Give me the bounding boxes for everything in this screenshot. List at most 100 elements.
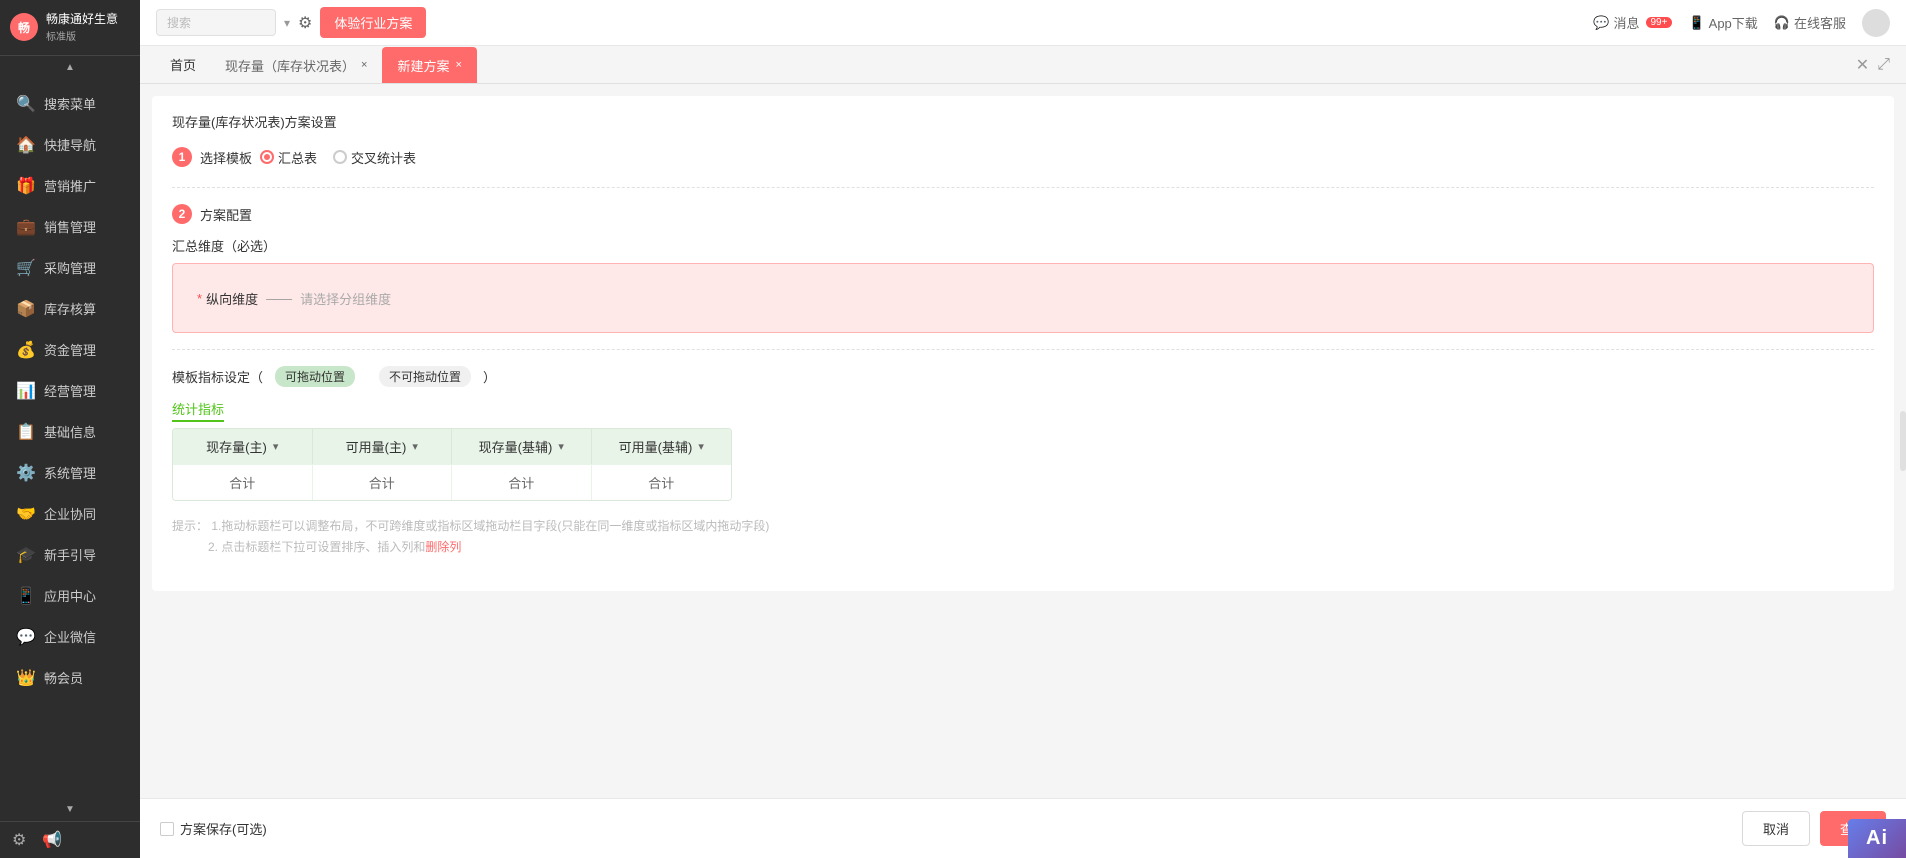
- sidebar-item-purchase[interactable]: 🛒 采购管理: [4, 248, 136, 288]
- tips-area: 提示： 1.拖动标题栏可以调整布局，不可跨维度或指标区域拖动栏目字段(只能在同一…: [172, 517, 1874, 555]
- logo-badge: 标准版: [46, 28, 118, 43]
- messages-badge: 99+: [1646, 17, 1673, 28]
- sidebar-item-label: 基础信息: [44, 422, 96, 441]
- tab-inventory-close-icon[interactable]: ×: [361, 59, 367, 71]
- sales-icon: 💼: [16, 217, 36, 237]
- stats-table: 现存量(主) ▾ 可用量(主) ▾ 现存量(基辅) ▾: [172, 428, 732, 501]
- tab-inventory-status[interactable]: 现存量（库存状况表） ×: [210, 47, 382, 83]
- stats-col-4-header[interactable]: 可用量(基辅) ▾: [592, 429, 732, 464]
- stats-row-1-col-3: 合计: [452, 464, 592, 500]
- sidebar-item-enterprise[interactable]: 🤝 企业协同: [4, 494, 136, 534]
- sidebar-item-inventory[interactable]: 📦 库存核算: [4, 289, 136, 329]
- main-panel: 现存量(库存状况表)方案设置 1 选择模板 汇总表 交叉统计表: [152, 96, 1894, 591]
- template-radio-group: 汇总表 交叉统计表: [260, 148, 416, 167]
- stats-col-3-label: 现存量(基辅): [479, 437, 553, 456]
- sidebar-item-marketing[interactable]: 🎁 营销推广: [4, 166, 136, 206]
- sidebar-item-member[interactable]: 👑 畅会员: [4, 658, 136, 698]
- save-label: 方案保存(可选): [180, 819, 267, 838]
- sidebar-item-sales[interactable]: 💼 销售管理: [4, 207, 136, 247]
- download-icon: 📱: [1688, 15, 1704, 31]
- app-download-label: App下载: [1709, 13, 1758, 32]
- user-avatar[interactable]: [1862, 9, 1890, 37]
- dim-area[interactable]: * 纵向维度 —— 请选择分组维度: [172, 263, 1874, 333]
- tab-home-label: 首页: [170, 58, 196, 73]
- sidebar-item-label: 资金管理: [44, 340, 96, 359]
- settings-icon[interactable]: ⚙: [12, 830, 26, 850]
- tip-2-highlight: 删除列: [425, 540, 461, 554]
- tips-title-label: 提示：: [172, 519, 208, 533]
- sidebar-item-label: 新手引导: [44, 545, 96, 564]
- search-placeholder: 搜索: [167, 14, 191, 31]
- tab-new-plan[interactable]: 新建方案 ×: [382, 47, 476, 83]
- step1-header: 1 选择模板 汇总表 交叉统计表: [172, 147, 1874, 167]
- industry-button[interactable]: 体验行业方案: [320, 7, 426, 38]
- sidebar-scroll-up[interactable]: ▲: [0, 56, 140, 79]
- stats-col-3-dropdown-icon[interactable]: ▾: [558, 440, 564, 453]
- stats-col-2-dropdown-icon[interactable]: ▾: [412, 440, 418, 453]
- sidebar-item-finance[interactable]: 💰 资金管理: [4, 330, 136, 370]
- content-area: 现存量(库存状况表)方案设置 1 选择模板 汇总表 交叉统计表: [140, 84, 1906, 798]
- sidebar-item-label: 采购管理: [44, 258, 96, 277]
- step2-section: 2 方案配置 汇总维度（必选） * 纵向维度 —— 请选择分组维度 模板指标设定…: [172, 204, 1874, 555]
- sidebar-item-newbie[interactable]: 🎓 新手引导: [4, 535, 136, 575]
- online-service-item[interactable]: 🎧 在线客服: [1774, 13, 1846, 32]
- base-info-icon: 📋: [16, 422, 36, 442]
- stats-col-2-header[interactable]: 可用量(主) ▾: [313, 429, 453, 464]
- sidebar-bottom: ⚙ 📢: [0, 821, 140, 858]
- sidebar-item-label: 系统管理: [44, 463, 96, 482]
- stats-table-body: 合计 合计 合计 合计: [173, 464, 731, 500]
- stats-col-3-header[interactable]: 现存量(基辅) ▾: [452, 429, 592, 464]
- sidebar-item-label: 企业微信: [44, 627, 96, 646]
- sidebar-item-label: 经营管理: [44, 381, 96, 400]
- messages-item[interactable]: 💬 消息 99+: [1593, 13, 1672, 32]
- sidebar-item-label: 营销推广: [44, 176, 96, 195]
- window-close-icon[interactable]: ✕: [1856, 55, 1869, 75]
- speaker-icon[interactable]: 📢: [42, 830, 62, 850]
- tab-new-plan-close-icon[interactable]: ×: [455, 59, 461, 71]
- ai-badge[interactable]: Ai: [1848, 819, 1906, 858]
- sidebar-scroll-down[interactable]: ▼: [0, 798, 140, 821]
- sidebar-item-app-center[interactable]: 📱 应用中心: [4, 576, 136, 616]
- tab-home[interactable]: 首页: [156, 47, 210, 82]
- stats-section: 统计指标 现存量(主) ▾ 可用量(主) ▾: [172, 399, 1874, 501]
- newbie-icon: 🎓: [16, 545, 36, 565]
- sidebar-item-base-info[interactable]: 📋 基础信息: [4, 412, 136, 452]
- step1-section: 1 选择模板 汇总表 交叉统计表: [172, 147, 1874, 167]
- sidebar-item-quick-nav[interactable]: 🏠 快捷导航: [4, 125, 136, 165]
- window-expand-icon[interactable]: ⤢: [1877, 56, 1890, 74]
- app-download-item[interactable]: 📱 App下载: [1688, 13, 1757, 32]
- member-icon: 👑: [16, 668, 36, 688]
- sidebar-item-search-menu[interactable]: 🔍 搜索菜单: [4, 84, 136, 124]
- radio-summary[interactable]: 汇总表: [260, 148, 317, 167]
- service-icon: 🎧: [1774, 15, 1790, 31]
- sidebar-item-label: 销售管理: [44, 217, 96, 236]
- app-center-icon: 📱: [16, 586, 36, 606]
- scroll-up-icon[interactable]: ▲: [65, 62, 75, 73]
- cancel-button[interactable]: 取消: [1742, 811, 1810, 846]
- save-checkbox[interactable]: 方案保存(可选): [160, 819, 267, 838]
- topbar-chevron-icon[interactable]: ▾: [284, 16, 290, 30]
- tip-2-text: 2. 点击标题栏下拉可设置排序、插入列和: [172, 540, 425, 554]
- topbar-gear-icon[interactable]: ⚙: [298, 13, 312, 33]
- sidebar-item-label: 快捷导航: [44, 135, 96, 154]
- stats-col-1-dropdown-icon[interactable]: ▾: [273, 440, 279, 453]
- main-area: 搜索 ▾ ⚙ 体验行业方案 💬 消息 99+ 📱 App下载 🎧 在线客服 首页: [140, 0, 1906, 858]
- page-title: 现存量(库存状况表)方案设置: [172, 112, 1874, 131]
- radio-cross[interactable]: 交叉统计表: [333, 148, 416, 167]
- message-icon: 💬: [1593, 15, 1609, 31]
- save-checkbox-box[interactable]: [160, 822, 174, 836]
- dim-placeholder: 请选择分组维度: [300, 289, 391, 308]
- stats-col-1-header[interactable]: 现存量(主) ▾: [173, 429, 313, 464]
- stats-row-1-col-2: 合计: [313, 464, 453, 500]
- scroll-down-icon[interactable]: ▼: [65, 804, 75, 815]
- wechat-icon: 💬: [16, 627, 36, 647]
- stats-col-4-dropdown-icon[interactable]: ▾: [698, 440, 704, 453]
- search-box[interactable]: 搜索: [156, 9, 276, 36]
- sidebar-item-label: 畅会员: [44, 668, 83, 687]
- stats-col-2-label: 可用量(主): [346, 437, 407, 456]
- stats-table-header: 现存量(主) ▾ 可用量(主) ▾ 现存量(基辅) ▾: [173, 429, 731, 464]
- sidebar-item-system[interactable]: ⚙️ 系统管理: [4, 453, 136, 493]
- sidebar-item-operation[interactable]: 📊 经营管理: [4, 371, 136, 411]
- sidebar-item-wechat[interactable]: 💬 企业微信: [4, 617, 136, 657]
- step-divider: [172, 187, 1874, 188]
